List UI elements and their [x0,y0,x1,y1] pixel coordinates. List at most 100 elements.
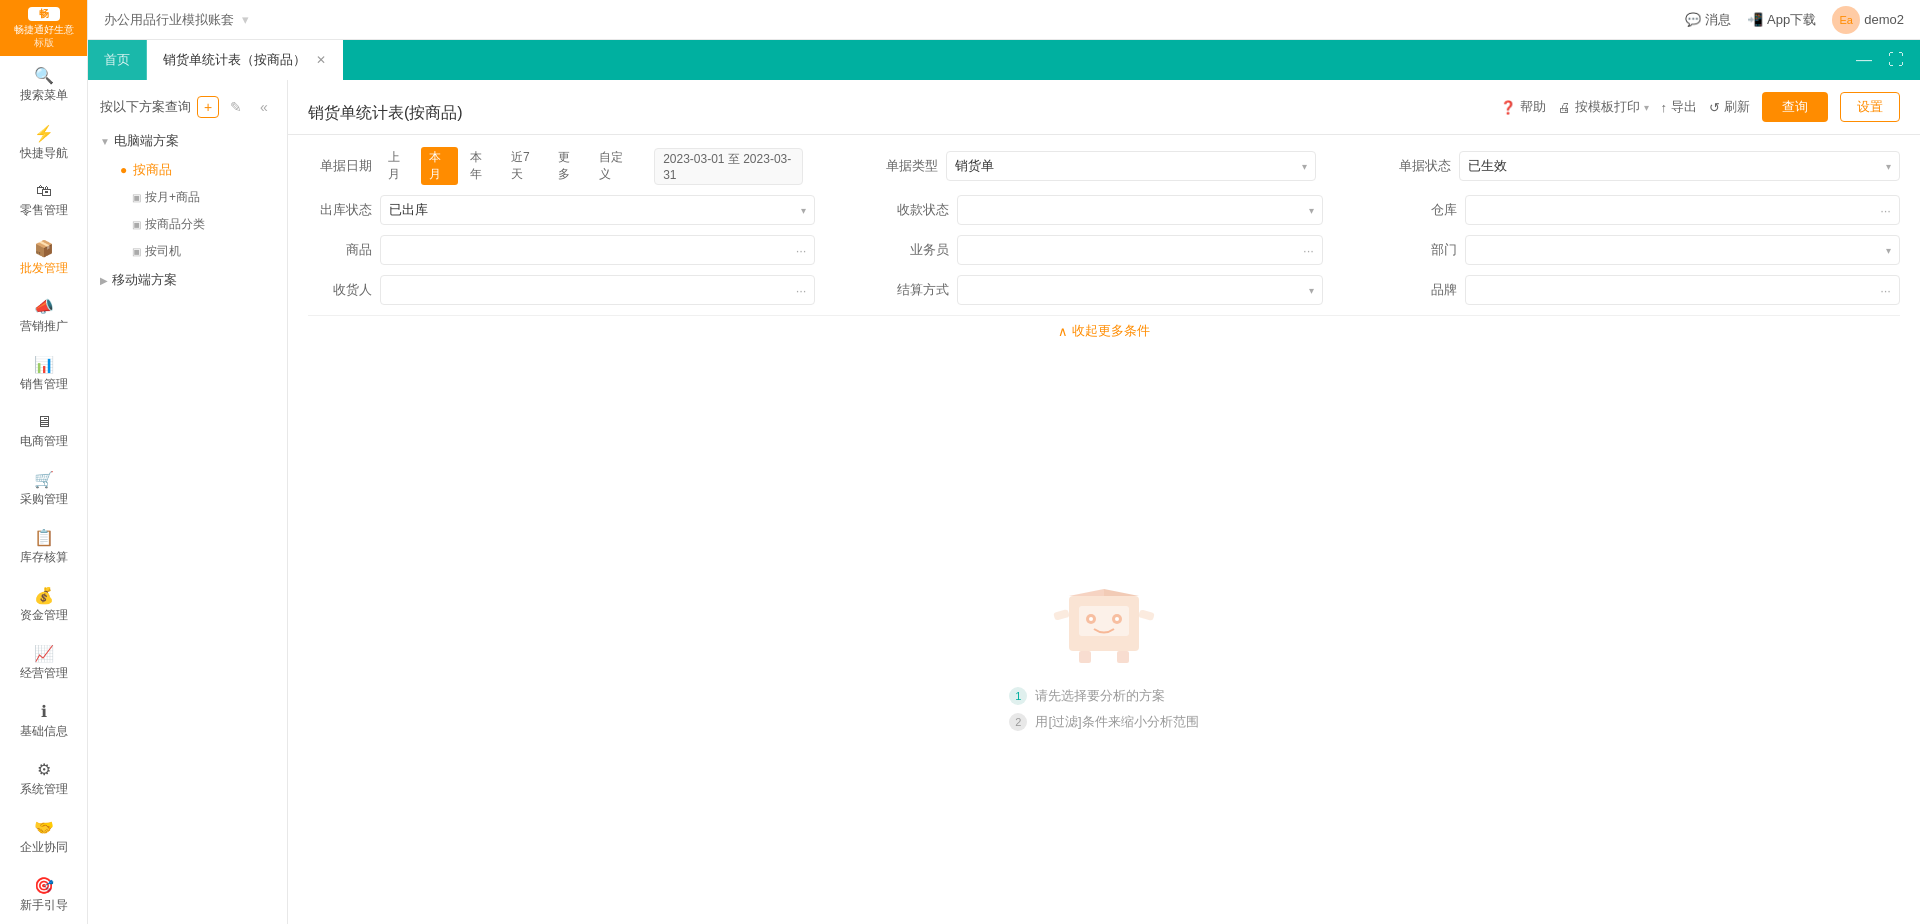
sidebar-item-sales[interactable]: 📊 销售管理 [0,345,87,403]
breadcrumb: 办公用品行业模拟账套 [104,11,234,29]
product-label: 商品 [308,241,380,259]
sidebar-item-ecommerce-label: 电商管理 [4,433,83,450]
tree-sub-by-counter-label: 按司机 [145,243,181,260]
message-btn[interactable]: 💬 消息 [1685,11,1731,29]
settle-select[interactable]: ▾ [957,275,1323,305]
sidebar-item-inventory[interactable]: 📋 库存核算 [0,518,87,576]
quick-nav-icon: ⚡ [4,124,83,143]
tab-home[interactable]: 首页 [88,40,147,80]
settle-label: 结算方式 [885,281,957,299]
type-select-arrow-icon: ▾ [1302,161,1307,172]
header-right: 💬 消息 📲 App下载 Ea demo2 [1685,6,1904,34]
filter-area: 单据日期 上月 本月 本年 近7天 更多 自定义 2023-03-01 至 20… [288,135,1920,358]
tree-sub-by-category[interactable]: ▣ 按商品分类 [88,211,287,238]
logo-text: 畅捷通好生意 [14,23,74,36]
content-area: 按以下方案查询 + ✎ « ▼ 电脑端方案 ● 按商品 [88,80,1920,924]
outbound-select[interactable]: 已出库 ▾ [380,195,815,225]
dept-select[interactable]: ▾ [1465,235,1900,265]
purchase-icon: 🛒 [4,470,83,489]
svg-marker-2 [1104,589,1139,596]
sidebar-item-marketing-label: 营销推广 [4,318,83,335]
staff-input[interactable]: ··· [957,235,1323,265]
filter-row-4: 收货人 ··· 结算方式 ▾ 品牌 ··· [308,275,1900,305]
date-tab-last-month[interactable]: 上月 [380,147,417,185]
sidebar-item-wholesale[interactable]: 📦 批发管理 [0,229,87,287]
date-tab-this-year[interactable]: 本年 [462,147,499,185]
sidebar-item-ecommerce[interactable]: 🖥 电商管理 [0,403,87,460]
date-tab-more[interactable]: 更多 [550,147,587,185]
type-label: 单据类型 [874,157,946,175]
settings-btn[interactable]: 设置 [1840,92,1900,122]
tree-arrow-icon: ▼ [100,136,110,147]
tab-sales-stats[interactable]: 销货单统计表（按商品） ✕ [147,40,343,80]
tab-close-btn[interactable]: ✕ [316,53,326,67]
receiver-input[interactable]: ··· [380,275,815,305]
payment-select[interactable]: ▾ [957,195,1323,225]
date-range-value[interactable]: 2023-03-01 至 2023-03-31 [654,148,803,185]
date-tab-this-month[interactable]: 本月 [421,147,458,185]
tab-minimize-btn[interactable]: — [1852,48,1876,72]
sidebar-item-finance[interactable]: 💰 资金管理 [0,576,87,634]
sidebar-item-quick-nav[interactable]: ⚡ 快捷导航 [0,114,87,172]
date-tab-7days[interactable]: 近7天 [503,147,546,185]
empty-tips: 1 请先选择要分析的方案 2 用[过滤]条件来缩小分析范围 [1009,687,1198,731]
type-select[interactable]: 销货单 ▾ [946,151,1317,181]
collapse-bar[interactable]: ∧ 收起更多条件 [308,315,1900,346]
sidebar-item-enterprise[interactable]: 🤝 企业协同 [0,808,87,866]
staff-dots-icon: ··· [1303,243,1314,258]
help-btn[interactable]: ❓ 帮助 [1500,98,1546,116]
app-download-icon: 📲 [1747,12,1763,27]
app-download-btn[interactable]: 📲 App下载 [1747,11,1816,29]
edit-scheme-btn[interactable]: ✎ [225,96,247,118]
empty-state: 1 请先选择要分析的方案 2 用[过滤]条件来缩小分析范围 [288,358,1920,924]
enterprise-icon: 🤝 [4,818,83,837]
collapse-panel-btn[interactable]: « [253,96,275,118]
export-btn[interactable]: ↑ 导出 [1661,98,1698,116]
sidebar-item-retail[interactable]: 🛍 零售管理 [0,172,87,229]
user-profile-btn[interactable]: Ea demo2 [1832,6,1904,34]
sidebar-item-new-guide[interactable]: 🎯 新手引导 [0,866,87,924]
tree-pc-section: ▼ 电脑端方案 ● 按商品 ▣ 按月+商品 ▣ 按商品分类 ▣ [88,126,287,265]
tree-sub-by-counter[interactable]: ▣ 按司机 [88,238,287,265]
top-header: 办公用品行业模拟账套 ▾ 💬 消息 📲 App下载 Ea demo2 [88,0,1920,40]
empty-tip-1: 1 请先选择要分析的方案 [1009,687,1198,705]
avatar: Ea [1832,6,1860,34]
sidebar-item-basic-info[interactable]: ℹ 基础信息 [0,692,87,750]
search-icon: 🔍 [4,66,83,85]
tree-child-icon-by-product: ● [120,163,127,177]
date-tab-custom[interactable]: 自定义 [591,147,638,185]
tree-pc-parent[interactable]: ▼ 电脑端方案 [88,126,287,156]
date-label: 单据日期 [308,157,380,175]
sidebar-item-search[interactable]: 🔍 搜索菜单 [0,56,87,114]
tree-sub-by-month-product-label: 按月+商品 [145,189,200,206]
outbound-arrow-icon: ▾ [801,205,806,216]
warehouse-input[interactable]: ··· [1465,195,1900,225]
sidebar-item-finance-label: 资金管理 [4,607,83,624]
filter-row-2: 出库状态 已出库 ▾ 收款状态 ▾ 仓库 ··· [308,195,1900,225]
brand-input[interactable]: ··· [1465,275,1900,305]
collapse-up-icon: ∧ [1058,324,1068,339]
tip-num-2: 2 [1009,713,1027,731]
sidebar-item-marketing[interactable]: 📣 营销推广 [0,287,87,345]
template-print-btn[interactable]: 🖨 按模板打印 ▾ [1558,98,1649,116]
tab-maximize-btn[interactable]: ⛶ [1884,48,1908,72]
sidebar-item-system[interactable]: ⚙ 系统管理 [0,750,87,808]
tree-sub-by-month-product[interactable]: ▣ 按月+商品 [88,184,287,211]
sidebar-item-operations[interactable]: 📈 经营管理 [0,634,87,692]
type-value: 销货单 [955,157,994,175]
tab-bar-actions: — ⛶ [1840,40,1920,80]
wholesale-icon: 📦 [4,239,83,258]
tab-home-label: 首页 [104,51,130,69]
sidebar-item-enterprise-label: 企业协同 [4,839,83,856]
product-dots-icon: ··· [796,243,807,258]
tree-child-by-product[interactable]: ● 按商品 [88,156,287,184]
add-scheme-btn[interactable]: + [197,96,219,118]
status-select[interactable]: 已生效 ▾ [1459,151,1900,181]
tree-mobile-parent[interactable]: ▶ 移动端方案 [88,265,287,295]
refresh-btn[interactable]: ↺ 刷新 [1709,98,1750,116]
sidebar-item-purchase[interactable]: 🛒 采购管理 [0,460,87,518]
product-input[interactable]: ··· [380,235,815,265]
query-btn[interactable]: 查询 [1762,92,1828,122]
tip-num-1: 1 [1009,687,1027,705]
sidebar-item-basic-info-label: 基础信息 [4,723,83,740]
